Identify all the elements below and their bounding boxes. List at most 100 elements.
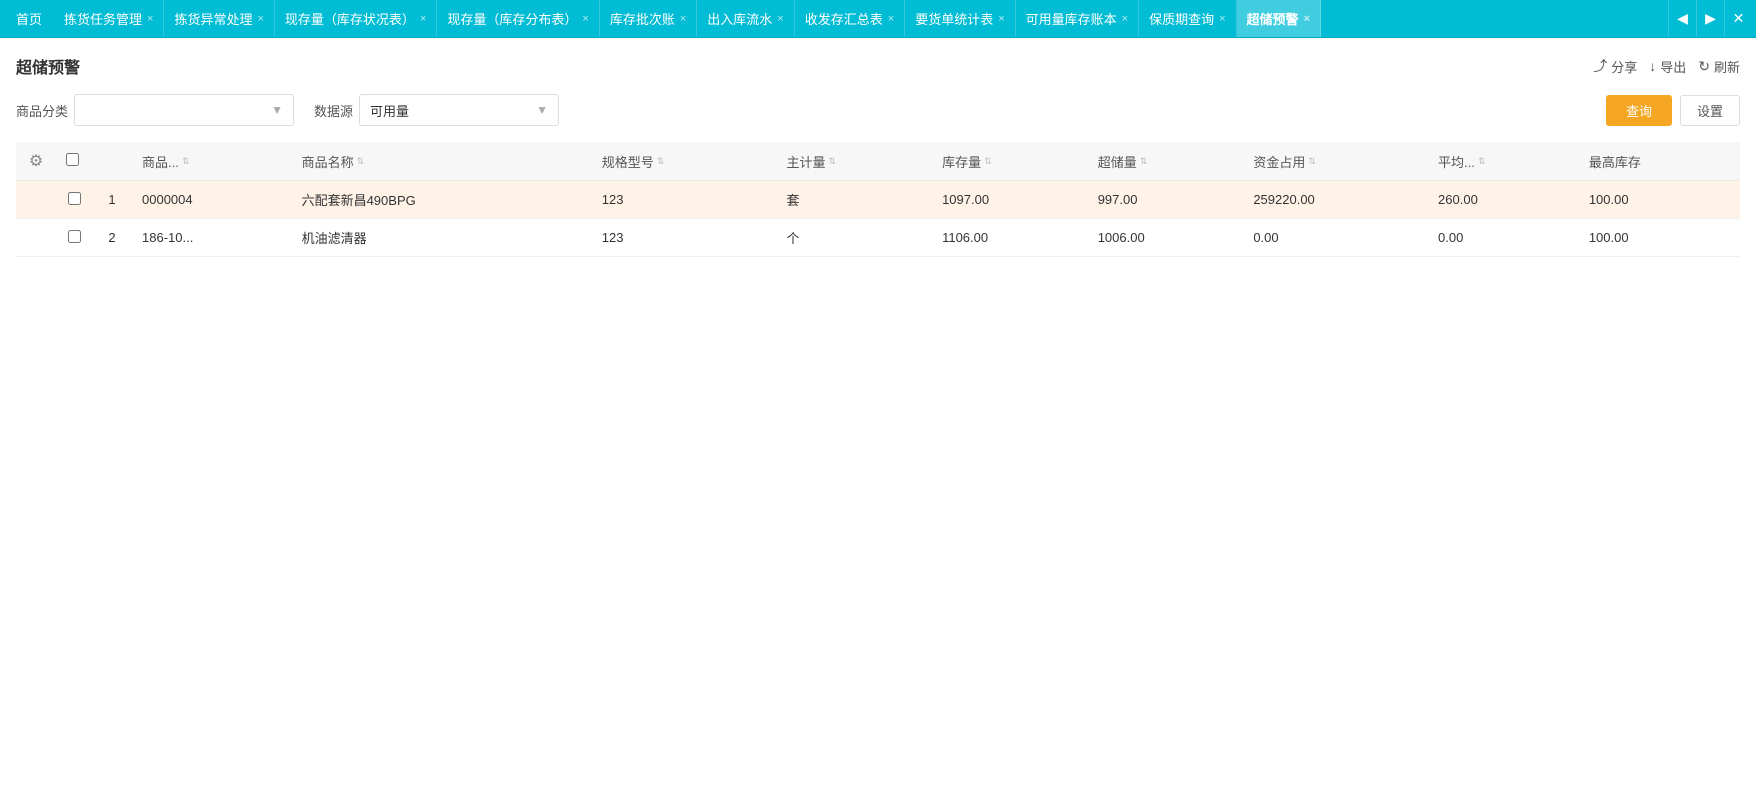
tab-task[interactable]: 拣货任务管理 × xyxy=(54,0,164,38)
nav-close-btn[interactable]: ✕ xyxy=(1724,0,1752,38)
filter-row: 商品分类 ▼ 数据源 可用量 ▼ 查询 设置 xyxy=(16,94,1740,126)
row-unit-1: 个 xyxy=(776,219,932,257)
datasource-filter: 数据源 可用量 ▼ xyxy=(314,94,559,126)
sort-product-name-icon: ⇅ xyxy=(357,156,365,167)
row-product-name-0: 六配套新昌490BPG xyxy=(292,181,592,219)
sort-unit-icon: ⇅ xyxy=(828,156,836,167)
datasource-select[interactable]: 可用量 ▼ xyxy=(359,94,559,126)
sort-overstock-icon: ⇅ xyxy=(1140,156,1148,167)
share-icon: ⤴ xyxy=(1593,56,1607,76)
table-body: 1 0000004 六配套新昌490BPG 123 套 1097.00 997.… xyxy=(16,181,1740,257)
datasource-arrow-icon: ▼ xyxy=(536,103,548,117)
row-checkbox-1[interactable] xyxy=(68,230,81,243)
select-all-checkbox[interactable] xyxy=(66,153,79,166)
th-unit[interactable]: 主计量 ⇅ xyxy=(776,142,932,181)
th-gear: ⚙ xyxy=(16,142,56,181)
th-max-stock[interactable]: 最高库存 xyxy=(1579,142,1740,181)
tab-inventory-dist[interactable]: 现存量（库存分布表） × xyxy=(437,0,599,38)
close-tab-collect[interactable]: × xyxy=(888,13,894,25)
row-num-1: 2 xyxy=(92,219,132,257)
tab-batch[interactable]: 库存批次账 × xyxy=(600,0,697,38)
th-capital[interactable]: 资金占用 ⇅ xyxy=(1243,142,1428,181)
th-product-name[interactable]: 商品名称 ⇅ xyxy=(292,142,592,181)
page-title: 超储预警 xyxy=(16,54,80,78)
tab-order-stat[interactable]: 要货单统计表 × xyxy=(905,0,1015,38)
filter-buttons: 查询 设置 xyxy=(1606,95,1740,126)
row-max-stock-1: 100.00 xyxy=(1579,219,1740,257)
row-avg-0: 260.00 xyxy=(1428,181,1579,219)
nav-prev-btn[interactable]: ◀ xyxy=(1668,0,1696,38)
table-row: 1 0000004 六配套新昌490BPG 123 套 1097.00 997.… xyxy=(16,181,1740,219)
tab-inout[interactable]: 出入库流水 × xyxy=(697,0,794,38)
row-max-stock-0: 100.00 xyxy=(1579,181,1740,219)
tab-quality[interactable]: 保质期查询 × xyxy=(1139,0,1236,38)
sort-product-code-icon: ⇅ xyxy=(182,156,190,167)
th-avg[interactable]: 平均... ⇅ xyxy=(1428,142,1579,181)
row-checkbox-cell xyxy=(56,219,92,257)
page-content: 超储预警 ⤴ 分享 ↓ 导出 ↻ 刷新 商品分类 ▼ 数据源 xyxy=(0,38,1756,800)
settings-button[interactable]: 设置 xyxy=(1680,95,1740,126)
row-product-name-1: 机油滤清器 xyxy=(292,219,592,257)
tab-collect[interactable]: 收发存汇总表 × xyxy=(795,0,905,38)
row-checkbox-0[interactable] xyxy=(68,192,81,205)
row-gear-cell xyxy=(16,219,56,257)
th-stock[interactable]: 库存量 ⇅ xyxy=(932,142,1088,181)
row-stock-0: 1097.00 xyxy=(932,181,1088,219)
refresh-icon: ↻ xyxy=(1698,58,1710,75)
th-spec[interactable]: 规格型号 ⇅ xyxy=(592,142,777,181)
category-filter: 商品分类 ▼ xyxy=(16,94,294,126)
table-row: 2 186-10... 机油滤清器 123 个 1106.00 1006.00 … xyxy=(16,219,1740,257)
row-spec-0: 123 xyxy=(592,181,777,219)
datasource-label: 数据源 xyxy=(314,101,353,120)
export-link[interactable]: ↓ 导出 xyxy=(1649,57,1686,76)
nav-next-btn[interactable]: ▶ xyxy=(1696,0,1724,38)
row-gear-cell xyxy=(16,181,56,219)
share-link[interactable]: ⤴ 分享 xyxy=(1593,56,1637,76)
sort-stock-icon: ⇅ xyxy=(984,156,992,167)
row-overstock-0: 997.00 xyxy=(1088,181,1244,219)
row-checkbox-cell xyxy=(56,181,92,219)
close-tab-task[interactable]: × xyxy=(147,13,153,25)
row-spec-1: 123 xyxy=(592,219,777,257)
th-overstock[interactable]: 超储量 ⇅ xyxy=(1088,142,1244,181)
export-icon: ↓ xyxy=(1649,58,1656,74)
row-avg-1: 0.00 xyxy=(1428,219,1579,257)
close-tab-inventory-dist[interactable]: × xyxy=(582,13,588,25)
nav-home[interactable]: 首页 xyxy=(4,0,54,38)
gear-icon[interactable]: ⚙ xyxy=(26,151,46,171)
data-table: ⚙ 商品... ⇅ 商品名称 ⇅ xyxy=(16,142,1740,257)
tab-inventory-status[interactable]: 现存量（库存状况表） × xyxy=(275,0,437,38)
th-num xyxy=(92,142,132,181)
row-stock-1: 1106.00 xyxy=(932,219,1088,257)
sort-spec-icon: ⇅ xyxy=(657,156,665,167)
row-overstock-1: 1006.00 xyxy=(1088,219,1244,257)
category-label: 商品分类 xyxy=(16,101,68,120)
sort-avg-icon: ⇅ xyxy=(1478,156,1486,167)
close-tab-order-stat[interactable]: × xyxy=(998,13,1004,25)
row-capital-1: 0.00 xyxy=(1243,219,1428,257)
close-tab-inventory-status[interactable]: × xyxy=(420,13,426,25)
sort-capital-icon: ⇅ xyxy=(1308,156,1316,167)
page-header: 超储预警 ⤴ 分享 ↓ 导出 ↻ 刷新 xyxy=(16,54,1740,78)
category-select-arrow-icon: ▼ xyxy=(271,103,283,117)
th-product-code[interactable]: 商品... ⇅ xyxy=(132,142,292,181)
close-tab-quality[interactable]: × xyxy=(1219,13,1225,25)
top-nav: 首页 拣货任务管理 × 拣货异常处理 × 现存量（库存状况表） × 现存量（库存… xyxy=(0,0,1756,38)
close-tab-overstock[interactable]: × xyxy=(1304,13,1310,25)
close-tab-abnormal[interactable]: × xyxy=(257,13,263,25)
close-tab-batch[interactable]: × xyxy=(680,13,686,25)
query-button[interactable]: 查询 xyxy=(1606,95,1672,126)
close-tab-inout[interactable]: × xyxy=(777,13,783,25)
table-header: ⚙ 商品... ⇅ 商品名称 ⇅ xyxy=(16,142,1740,181)
nav-arrows: ◀ ▶ ✕ xyxy=(1668,0,1752,38)
th-checkbox xyxy=(56,142,92,181)
datasource-value: 可用量 xyxy=(370,101,536,120)
tab-abnormal[interactable]: 拣货异常处理 × xyxy=(164,0,274,38)
row-num-0: 1 xyxy=(92,181,132,219)
header-actions: ⤴ 分享 ↓ 导出 ↻ 刷新 xyxy=(1593,56,1740,76)
category-select[interactable]: ▼ xyxy=(74,94,294,126)
refresh-link[interactable]: ↻ 刷新 xyxy=(1698,57,1740,76)
close-tab-available[interactable]: × xyxy=(1122,13,1128,25)
tab-available[interactable]: 可用量库存账本 × xyxy=(1016,0,1139,38)
tab-overstock[interactable]: 超储预警 × xyxy=(1237,0,1321,38)
